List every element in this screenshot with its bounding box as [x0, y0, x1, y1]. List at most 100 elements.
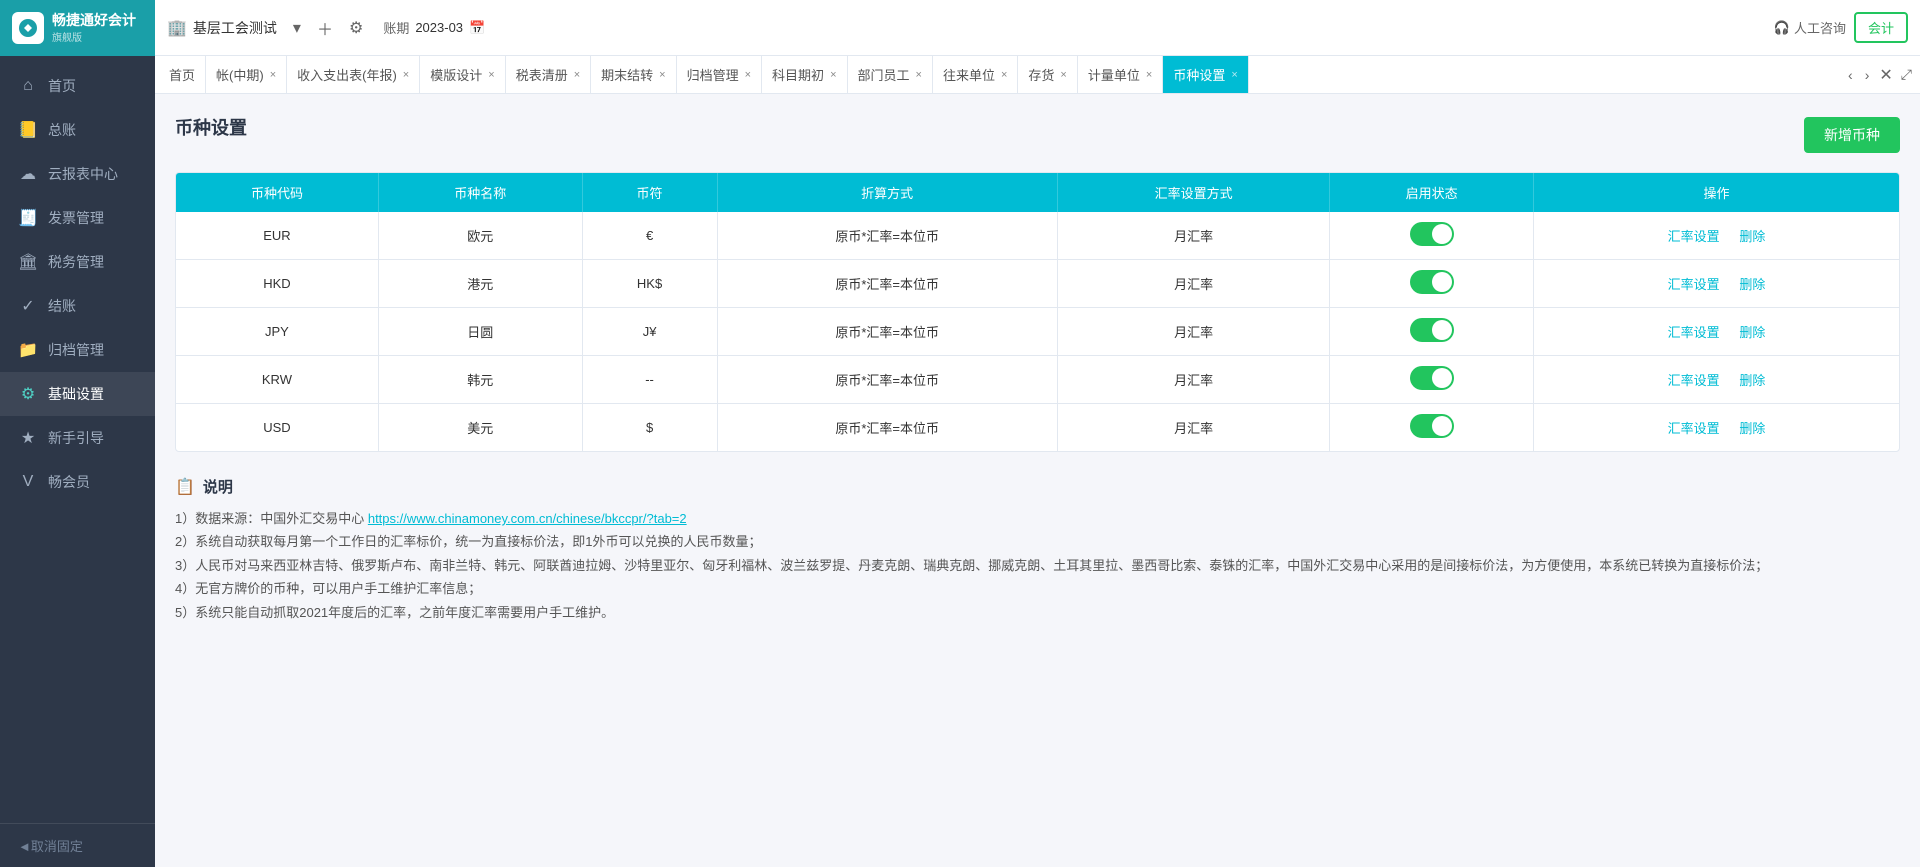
- col-header: 操作: [1534, 173, 1899, 212]
- enable-toggle[interactable]: [1410, 414, 1454, 438]
- enable-toggle[interactable]: [1410, 270, 1454, 294]
- sidebar-item-tax[interactable]: 🏛 税务管理: [0, 240, 155, 284]
- tabs-next-btn[interactable]: ›: [1859, 63, 1876, 87]
- status-cell: [1330, 308, 1534, 356]
- sidebar-item-home[interactable]: ⌂ 首页: [0, 64, 155, 108]
- status-cell: [1330, 212, 1534, 260]
- tabs-bar: 首页帐(中期)×收入支出表(年报)×模版设计×税表清册×期末结转×归档管理×科目…: [155, 56, 1920, 94]
- calendar-icon: 📅: [469, 20, 485, 36]
- delete-link[interactable]: 删除: [1739, 277, 1765, 292]
- toggle-switch-wrapper[interactable]: [1410, 414, 1454, 438]
- delete-link[interactable]: 删除: [1739, 325, 1765, 340]
- chinamoney-link[interactable]: https://www.chinamoney.com.cn/chinese/bk…: [368, 511, 687, 526]
- currency-name: 日圆: [378, 308, 582, 356]
- currency-symbol: $: [582, 404, 717, 452]
- sidebar-label-close: 结账: [48, 296, 76, 316]
- tabs-close-all-btn[interactable]: ✕: [1875, 61, 1896, 89]
- sidebar-label-member: 畅会员: [48, 472, 90, 492]
- tabs-expand-btn[interactable]: ⤢: [1897, 62, 1916, 87]
- col-header: 币种名称: [378, 173, 582, 212]
- sidebar: 畅捷通好会计 旗舰版 ⌂ 首页 📒 总账 ☁ 云报表中心 🧾 发票管理 🏛 税务…: [0, 0, 155, 867]
- currency-code: USD: [176, 404, 378, 452]
- rate-setting-link[interactable]: 汇率设置: [1668, 421, 1720, 436]
- sidebar-icon-guide: ★: [18, 428, 38, 448]
- tab-close-icon[interactable]: ×: [574, 69, 580, 81]
- delete-link[interactable]: 删除: [1739, 373, 1765, 388]
- tab-税表清册[interactable]: 税表清册 ×: [506, 56, 591, 93]
- rate-method: 月汇率: [1057, 260, 1329, 308]
- tab-部门员工[interactable]: 部门员工×: [848, 56, 933, 93]
- headset-icon: 🎧: [1774, 20, 1790, 36]
- tab-首页[interactable]: 首页: [159, 56, 206, 93]
- company-dropdown-btn[interactable]: ▾: [289, 14, 305, 42]
- delete-link[interactable]: 删除: [1739, 421, 1765, 436]
- period-selector[interactable]: 账期 2023-03 📅: [383, 18, 485, 37]
- sidebar-item-guide[interactable]: ★ 新手引导: [0, 416, 155, 460]
- sidebar-item-invoice[interactable]: 🧾 发票管理: [0, 196, 155, 240]
- company-selector[interactable]: 🏢 基层工会测试: [167, 18, 277, 38]
- tab-close-icon[interactable]: ×: [830, 69, 836, 81]
- tab-label: 首页: [169, 65, 195, 84]
- rate-setting-link[interactable]: 汇率设置: [1668, 229, 1720, 244]
- tab-close-icon[interactable]: ×: [488, 69, 494, 81]
- support-link[interactable]: 🎧 人工咨询: [1774, 18, 1846, 37]
- new-currency-button[interactable]: 新增币种: [1804, 117, 1900, 153]
- tab-模版设计[interactable]: 模版设计×: [420, 56, 505, 93]
- tab-label: 税表清册: [516, 65, 568, 84]
- main-area: 🏢 基层工会测试 ▾ ＋ ⚙ 账期 2023-03 📅 🎧 人工咨询 会计 首页…: [155, 0, 1920, 867]
- tab-close-icon[interactable]: ×: [745, 69, 751, 81]
- toggle-switch-wrapper[interactable]: [1410, 366, 1454, 390]
- tab-close-icon[interactable]: ×: [1001, 69, 1007, 81]
- header-actions: ▾ ＋ ⚙: [289, 12, 367, 44]
- tab-close-icon[interactable]: ×: [916, 69, 922, 81]
- sidebar-item-settings[interactable]: ⚙ 基础设置: [0, 372, 155, 416]
- tab-close-icon[interactable]: ×: [659, 69, 665, 81]
- sidebar-label-general-ledger: 总账: [48, 120, 76, 140]
- notes-header: 📋 说明: [175, 476, 1900, 497]
- sidebar-pin-toggle[interactable]: ◄取消固定: [0, 823, 155, 867]
- rate-setting-link[interactable]: 汇率设置: [1668, 373, 1720, 388]
- tab-label: 收入支出表(年报): [297, 65, 397, 84]
- tab-close-icon[interactable]: ×: [270, 69, 276, 81]
- tab-币种设置[interactable]: 币种设置×: [1163, 56, 1248, 93]
- settings-btn[interactable]: ⚙: [345, 14, 367, 42]
- tab-close-icon[interactable]: ×: [1231, 69, 1237, 81]
- table-row: USD 美元 $ 原币*汇率=本位币 月汇率 汇率设置 删除: [176, 404, 1899, 452]
- tab-期末结转[interactable]: 期末结转×: [591, 56, 676, 93]
- tabs-prev-btn[interactable]: ‹: [1842, 63, 1859, 87]
- tab-往来单位[interactable]: 往来单位×: [933, 56, 1018, 93]
- sidebar-item-archive[interactable]: 📁 归档管理: [0, 328, 155, 372]
- account-button[interactable]: 会计: [1854, 12, 1908, 43]
- add-company-btn[interactable]: ＋: [313, 12, 337, 44]
- note-item: 5）系统只能自动抓取2021年度后的汇率，之前年度汇率需要用户手工维护。: [175, 601, 1900, 624]
- logo-icon: [12, 12, 44, 44]
- tab-close-icon[interactable]: ×: [1146, 69, 1152, 81]
- notes-section: 📋 说明 1）数据来源：中国外汇交易中心 https://www.chinamo…: [175, 476, 1900, 624]
- tab-close-icon[interactable]: ×: [403, 69, 409, 81]
- tab-收入支出表(年报)[interactable]: 收入支出表(年报) ×: [287, 56, 420, 93]
- rate-setting-link[interactable]: 汇率设置: [1668, 277, 1720, 292]
- tab-帐(中期)[interactable]: 帐(中期)×: [206, 56, 287, 93]
- enable-toggle[interactable]: [1410, 318, 1454, 342]
- rate-method: 月汇率: [1057, 212, 1329, 260]
- toggle-switch-wrapper[interactable]: [1410, 270, 1454, 294]
- calc-method: 原币*汇率=本位币: [717, 212, 1057, 260]
- sidebar-item-general-ledger[interactable]: 📒 总账: [0, 108, 155, 152]
- toggle-switch-wrapper[interactable]: [1410, 318, 1454, 342]
- enable-toggle[interactable]: [1410, 366, 1454, 390]
- rate-setting-link[interactable]: 汇率设置: [1668, 325, 1720, 340]
- tab-归档管理[interactable]: 归档管理×: [677, 56, 762, 93]
- enable-toggle[interactable]: [1410, 222, 1454, 246]
- toggle-switch-wrapper[interactable]: [1410, 222, 1454, 246]
- currency-symbol: J¥: [582, 308, 717, 356]
- note-item: 4）无官方牌价的币种，可以用户手工维护汇率信息；: [175, 577, 1900, 600]
- tab-存货[interactable]: 存货×: [1018, 56, 1077, 93]
- sidebar-item-member[interactable]: V 畅会员: [0, 460, 155, 504]
- tab-计量单位[interactable]: 计量单位×: [1078, 56, 1163, 93]
- tab-科目期初[interactable]: 科目期初×: [762, 56, 847, 93]
- sidebar-item-close[interactable]: ✓ 结账: [0, 284, 155, 328]
- sidebar-item-reports[interactable]: ☁ 云报表中心: [0, 152, 155, 196]
- delete-link[interactable]: 删除: [1739, 229, 1765, 244]
- status-cell: [1330, 356, 1534, 404]
- tab-close-icon[interactable]: ×: [1060, 69, 1066, 81]
